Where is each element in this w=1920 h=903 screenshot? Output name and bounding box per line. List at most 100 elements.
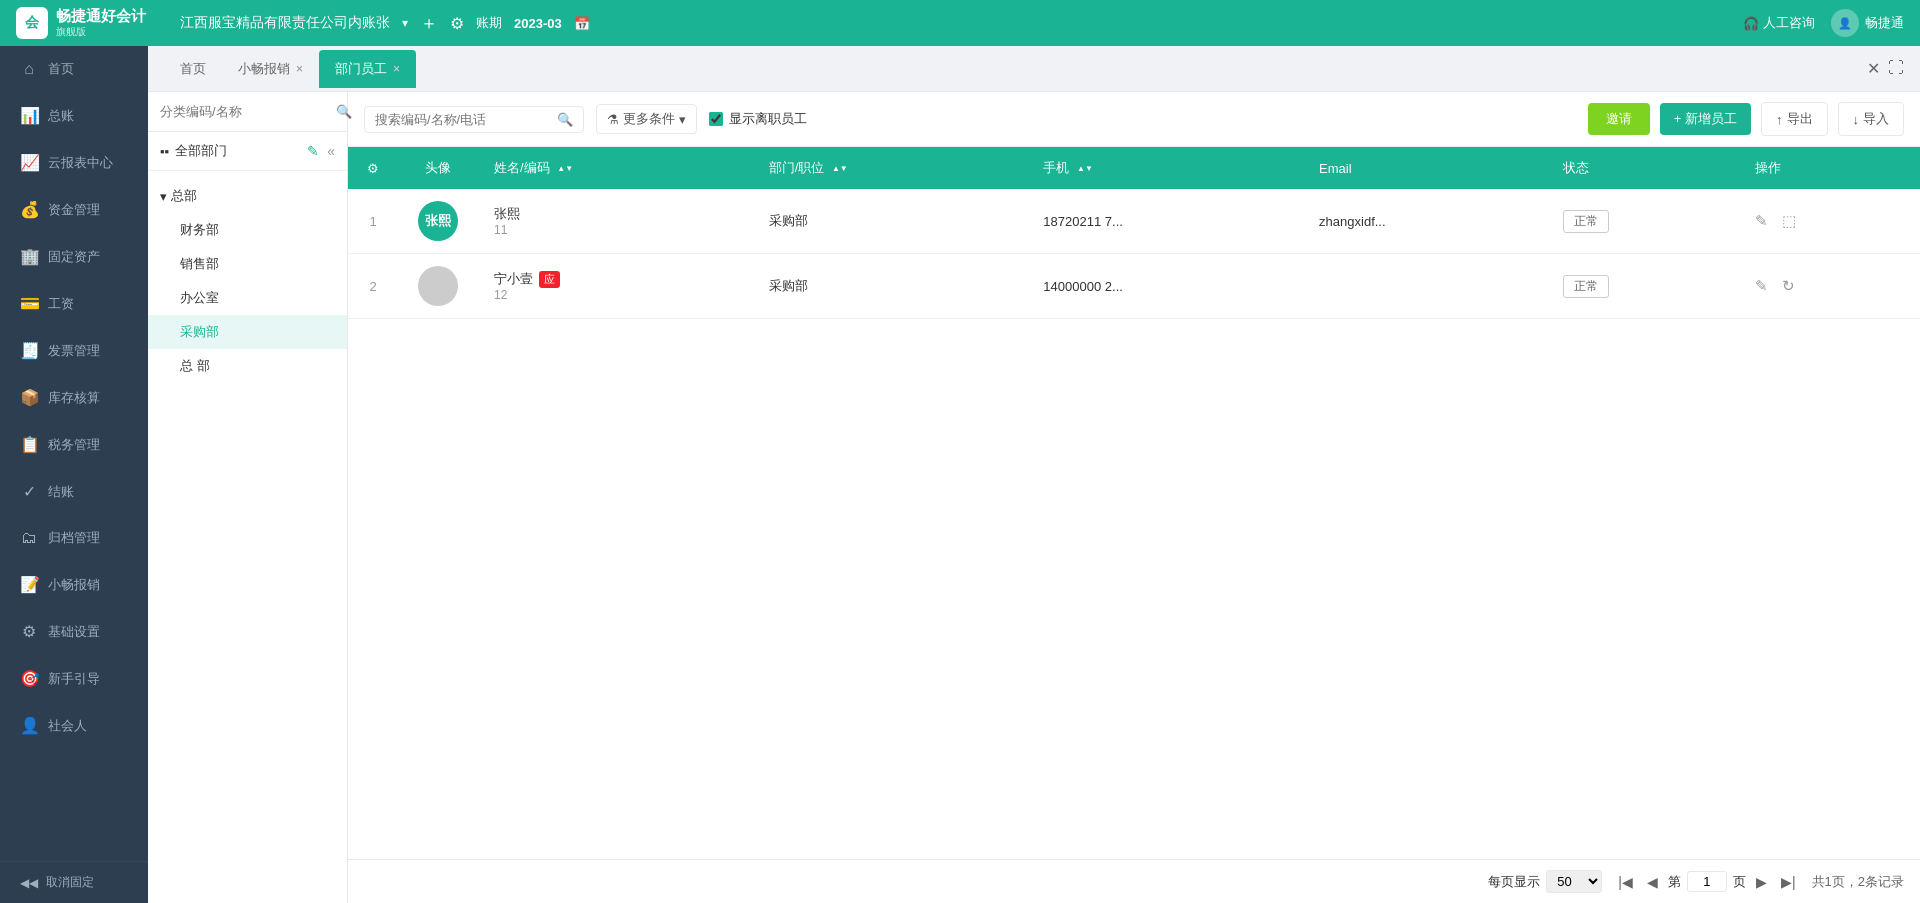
show-resigned-checkbox[interactable] [709, 112, 723, 126]
user-name: 畅捷通 [1865, 14, 1904, 32]
sidebar-item-close[interactable]: ✓ 结账 [0, 468, 148, 515]
dept-parent-hq: ▾ 总部 [148, 179, 347, 213]
email-cell-2 [1303, 254, 1547, 319]
sidebar-label-invoice: 发票管理 [48, 342, 100, 360]
header-add-btn[interactable]: ＋ [420, 11, 438, 35]
tab-maximize-btn[interactable]: ⛶ [1888, 59, 1904, 78]
avatar-1: 张熙 [418, 201, 458, 241]
add-employee-button[interactable]: + 新增员工 [1660, 103, 1751, 135]
tab-employees[interactable]: 部门员工 × [319, 50, 416, 88]
import-label: 导入 [1863, 110, 1889, 128]
pending-badge-2: 应 [539, 271, 560, 288]
dept-child-sales[interactable]: 销售部 [148, 247, 347, 281]
edit-icon-2[interactable]: ✎ [1755, 277, 1768, 295]
name-cell-2: 宁小壹 应 12 [478, 254, 753, 319]
main-layout: ⌂ 首页 📊 总账 📈 云报表中心 💰 资金管理 🏢 固定资产 💳 工资 🧾 发… [0, 46, 1920, 903]
th-phone[interactable]: 手机 ▲▼ [1027, 147, 1303, 189]
invite-button[interactable]: 邀请 [1588, 103, 1650, 135]
sidebar-item-ledger[interactable]: 📊 总账 [0, 92, 148, 139]
sidebar-item-funds[interactable]: 💰 资金管理 [0, 186, 148, 233]
pin-icon: ◀◀ [20, 876, 38, 890]
th-status: 状态 [1547, 147, 1740, 189]
user-area[interactable]: 👤 畅捷通 [1831, 9, 1904, 37]
tab-close-window-btn[interactable]: ✕ [1867, 59, 1880, 78]
dept-child-hq[interactable]: 总 部 [148, 349, 347, 383]
settings-icon: ⚙ [20, 622, 38, 641]
sidebar-item-settings[interactable]: ⚙ 基础设置 [0, 608, 148, 655]
next-page-btn[interactable]: ▶ [1752, 872, 1771, 892]
employee-name-2: 宁小壹 [494, 270, 533, 288]
header-middle: 江西服宝精品有限责任公司内账张 ▾ ＋ ⚙ 账期 2023-03 📅 [164, 11, 1743, 35]
calendar-icon[interactable]: 📅 [574, 16, 590, 31]
tab-expense-close[interactable]: × [296, 62, 303, 76]
sidebar-item-assets[interactable]: 🏢 固定资产 [0, 233, 148, 280]
sidebar-item-guide[interactable]: 🎯 新手引导 [0, 655, 148, 702]
table-row: 1 张熙 张熙 11 [348, 189, 1920, 254]
logout-icon-1[interactable]: ⬚ [1782, 212, 1796, 230]
employee-code-2: 12 [494, 288, 737, 302]
th-name-label: 姓名/编码 [494, 160, 550, 175]
dept-sort-icon[interactable]: ▲▼ [832, 165, 848, 173]
sidebar-item-archive[interactable]: 🗂 归档管理 [0, 515, 148, 561]
more-filter-button[interactable]: ⚗ 更多条件 ▾ [596, 104, 697, 134]
sidebar-item-invoice[interactable]: 🧾 发票管理 [0, 327, 148, 374]
employee-name-1: 张熙 [494, 205, 520, 223]
th-status-label: 状态 [1563, 160, 1589, 175]
last-page-btn[interactable]: ▶| [1777, 872, 1800, 892]
sidebar-label-close: 结账 [48, 483, 74, 501]
th-name[interactable]: 姓名/编码 ▲▼ [478, 147, 753, 189]
dept-expand-icon: ▾ [160, 189, 167, 204]
support-button[interactable]: 🎧 人工咨询 [1743, 14, 1815, 32]
cancel-pin-button[interactable]: ◀◀ 取消固定 [0, 861, 148, 903]
archive-icon: 🗂 [20, 529, 38, 547]
sidebar-label-social: 社会人 [48, 717, 87, 735]
sidebar-item-home[interactable]: ⌂ 首页 [0, 46, 148, 92]
tab-expense-label: 小畅报销 [238, 60, 290, 78]
tab-home[interactable]: 首页 [164, 50, 222, 88]
ledger-icon: 📊 [20, 106, 38, 125]
headset-icon: 🎧 [1743, 16, 1759, 31]
settings-cog-icon[interactable]: ⚙ [367, 161, 379, 176]
status-badge-2: 正常 [1563, 275, 1609, 298]
tab-employees-close[interactable]: × [393, 62, 400, 76]
import-icon: ↓ [1853, 112, 1860, 127]
th-actions-label: 操作 [1755, 160, 1781, 175]
refresh-icon-2[interactable]: ↻ [1782, 277, 1795, 295]
period-value: 2023-03 [514, 16, 562, 31]
status-cell-2: 正常 [1547, 254, 1740, 319]
th-avatar: 头像 [398, 147, 478, 189]
page-input[interactable] [1687, 871, 1727, 892]
th-settings: ⚙ [348, 147, 398, 189]
phone-sort-icon[interactable]: ▲▼ [1077, 165, 1093, 173]
show-resigned-checkbox-label[interactable]: 显示离职员工 [709, 110, 807, 128]
first-page-btn[interactable]: |◀ [1614, 872, 1637, 892]
sidebar-item-salary[interactable]: 💳 工资 [0, 280, 148, 327]
dept-collapse-icon[interactable]: « [327, 143, 335, 159]
dept-child-purchasing[interactable]: 采购部 [148, 315, 347, 349]
prev-page-btn[interactable]: ◀ [1643, 872, 1662, 892]
sidebar-item-tax[interactable]: 📋 税务管理 [0, 421, 148, 468]
dept-child-office[interactable]: 办公室 [148, 281, 347, 315]
dept-child-finance[interactable]: 财务部 [148, 213, 347, 247]
sidebar-item-social[interactable]: 👤 社会人 [0, 702, 148, 749]
tab-expense[interactable]: 小畅报销 × [222, 50, 319, 88]
search-icon[interactable]: 🔍 [557, 112, 573, 127]
sidebar-item-reports[interactable]: 📈 云报表中心 [0, 139, 148, 186]
sidebar-item-expense[interactable]: 📝 小畅报销 [0, 561, 148, 608]
page-size-dropdown[interactable]: 50 100 200 [1546, 870, 1602, 893]
period-label: 账期 [476, 14, 502, 32]
company-dropdown-btn[interactable]: ▾ [402, 16, 408, 30]
dept-all-label[interactable]: ▪▪ 全部部门 [160, 142, 227, 160]
sidebar-label-home: 首页 [48, 60, 74, 78]
dept-edit-icon[interactable]: ✎ [307, 143, 319, 159]
th-dept[interactable]: 部门/职位 ▲▼ [753, 147, 1028, 189]
import-button[interactable]: ↓ 导入 [1838, 102, 1905, 136]
edit-icon-1[interactable]: ✎ [1755, 212, 1768, 230]
name-sort-icon[interactable]: ▲▼ [557, 165, 573, 173]
header-settings-icon[interactable]: ⚙ [450, 14, 464, 33]
sidebar-item-inventory[interactable]: 📦 库存核算 [0, 374, 148, 421]
employee-search-input[interactable] [375, 112, 549, 127]
logo-icon: 会 [16, 7, 48, 39]
export-button[interactable]: ↑ 导出 [1761, 102, 1828, 136]
dept-search-input[interactable] [160, 104, 328, 119]
